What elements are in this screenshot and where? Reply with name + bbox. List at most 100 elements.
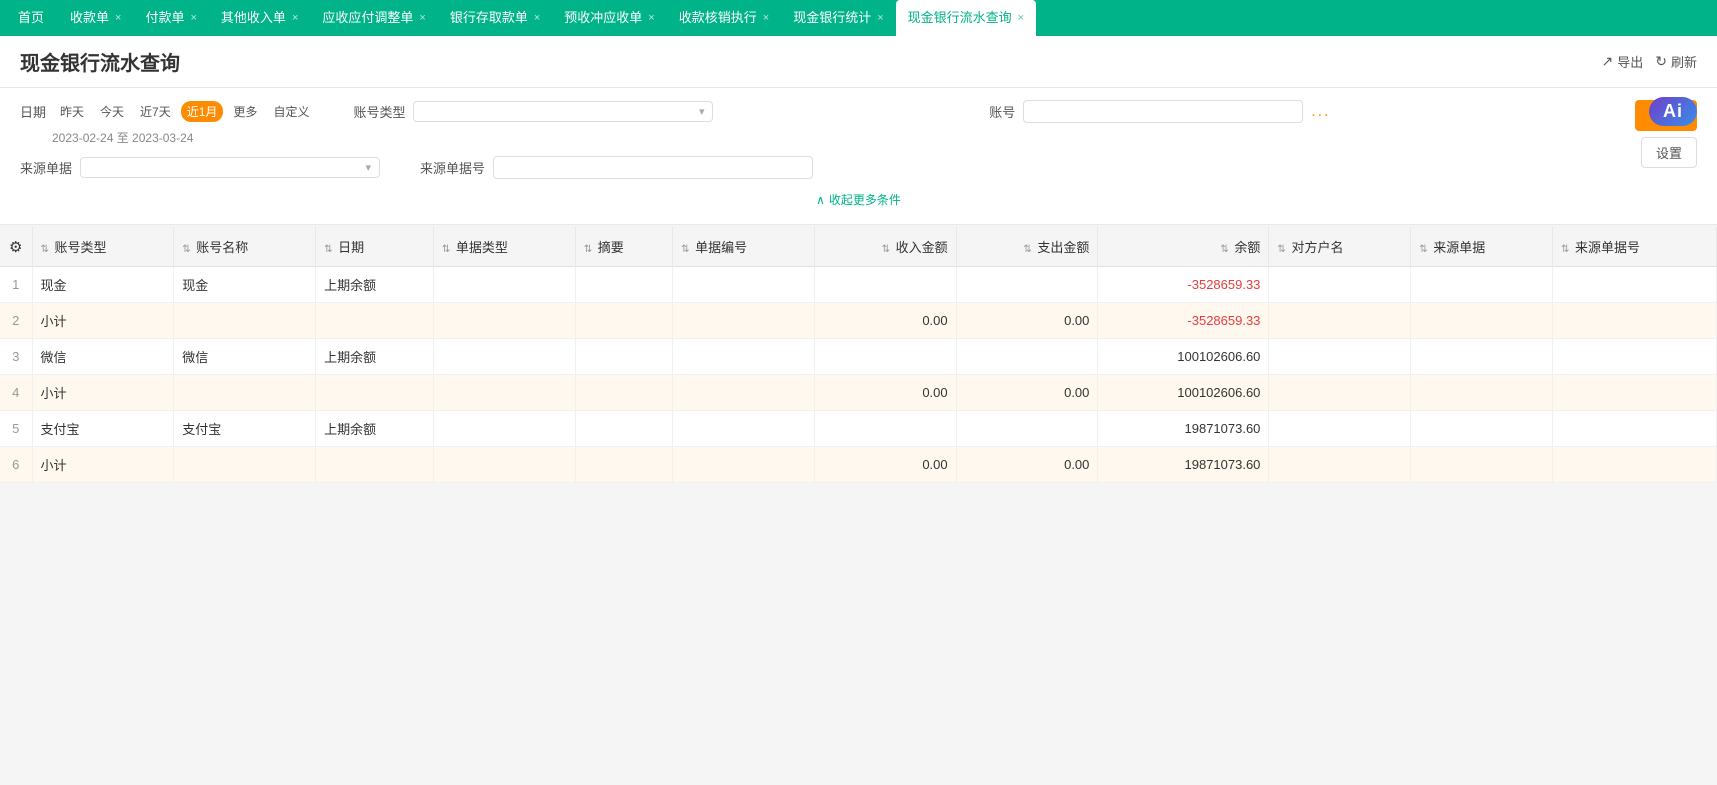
cell-source-doc-no: [1552, 303, 1716, 339]
nav-tab-应收应付调整单[interactable]: 应收应付调整单 ×: [310, 0, 437, 36]
source-doc-no-input[interactable]: [493, 156, 813, 179]
close-icon[interactable]: ×: [763, 0, 769, 36]
filter-area: 日期 昨天 今天 近7天 近1月 更多 自定义 账号类型 ▾: [0, 88, 1717, 225]
table-row[interactable]: 5 支付宝 支付宝 上期余额 19871073.60: [0, 411, 1717, 447]
date-opt-custom[interactable]: 自定义: [267, 101, 315, 122]
cell-source-doc: [1411, 267, 1553, 303]
sort-icon[interactable]: ⇅: [182, 244, 190, 255]
nav-tab-现金银行流水查询[interactable]: 现金银行流水查询 ×: [896, 0, 1036, 36]
nav-tab-其他收入单[interactable]: 其他收入单 ×: [209, 0, 310, 36]
cell-source-doc: [1411, 447, 1553, 483]
column-date: ⇅ 日期: [316, 227, 434, 267]
cell-date: [316, 375, 434, 411]
export-icon: ↗: [1602, 53, 1614, 70]
cell-expense: 0.00: [956, 303, 1098, 339]
sort-icon[interactable]: ⇅: [324, 244, 332, 255]
table-row[interactable]: 4 小计 0.00 0.00 100102606.60: [0, 375, 1717, 411]
nav-home[interactable]: 首页: [4, 0, 58, 36]
close-icon[interactable]: ×: [877, 0, 883, 36]
close-icon[interactable]: ×: [419, 0, 425, 36]
sort-icon[interactable]: ⇅: [584, 244, 592, 255]
cell-doc-type: [433, 303, 575, 339]
cell-source-doc: [1411, 339, 1553, 375]
table-row[interactable]: 6 小计 0.00 0.00 19871073.60: [0, 447, 1717, 483]
cell-doc-type: [433, 339, 575, 375]
refresh-icon: ↻: [1655, 53, 1667, 70]
account-ellipsis-button[interactable]: ...: [1311, 103, 1330, 121]
sort-icon[interactable]: ⇅: [882, 244, 890, 255]
data-table: ⚙ ⇅ 账号类型 ⇅ 账号名称 ⇅ 日期 ⇅ 单据类型: [0, 227, 1717, 483]
nav-tab-银行存取款单[interactable]: 银行存取款单 ×: [438, 0, 552, 36]
date-opt-today[interactable]: 今天: [94, 101, 130, 122]
column-expense: ⇅ 支出金额: [956, 227, 1098, 267]
account-type-label: 账号类型: [353, 102, 405, 121]
cell-account-type: 现金: [32, 267, 174, 303]
collapse-bar[interactable]: ∧ 收起更多条件: [20, 187, 1697, 212]
date-opt-more[interactable]: 更多: [227, 101, 263, 122]
cell-source-doc: [1411, 375, 1553, 411]
cell-summary: [575, 303, 672, 339]
ai-assistant-button[interactable]: Ai: [1649, 97, 1697, 126]
cell-expense: [956, 411, 1098, 447]
close-icon[interactable]: ×: [115, 0, 121, 36]
cell-counterpart: [1269, 375, 1411, 411]
cell-account-type: 微信: [32, 339, 174, 375]
table-row[interactable]: 1 现金 现金 上期余额 -3528659.33: [0, 267, 1717, 303]
sort-icon[interactable]: ⇅: [1561, 244, 1569, 255]
cell-income: [814, 339, 956, 375]
data-table-container: ⚙ ⇅ 账号类型 ⇅ 账号名称 ⇅ 日期 ⇅ 单据类型: [0, 227, 1717, 483]
sort-icon[interactable]: ⇅: [41, 244, 49, 255]
cell-income: [814, 411, 956, 447]
sort-icon[interactable]: ⇅: [1023, 244, 1031, 255]
cell-expense: [956, 339, 1098, 375]
cell-doc-no: [673, 303, 815, 339]
cell-source-doc-no: [1552, 375, 1716, 411]
column-gear[interactable]: ⚙: [0, 227, 32, 267]
cell-account-name: 现金: [174, 267, 316, 303]
date-opt-yesterday[interactable]: 昨天: [54, 101, 90, 122]
nav-tab-付款单[interactable]: 付款单 ×: [133, 0, 208, 36]
collapse-up-icon: ∧: [816, 193, 825, 207]
column-counterpart: ⇅ 对方户名: [1269, 227, 1411, 267]
cell-date: 上期余额: [316, 267, 434, 303]
account-type-select[interactable]: ▾: [413, 101, 713, 122]
cell-balance: 100102606.60: [1098, 375, 1269, 411]
refresh-button[interactable]: ↻ 刷新: [1655, 52, 1697, 71]
nav-tab-现金银行统计[interactable]: 现金银行统计 ×: [781, 0, 895, 36]
cell-account-type: 小计: [32, 447, 174, 483]
cell-doc-no: [673, 375, 815, 411]
gear-icon[interactable]: ⚙: [9, 239, 22, 256]
close-icon[interactable]: ×: [292, 0, 298, 36]
table-body: 1 现金 现金 上期余额 -3528659.33 2 小计 0.00 0.00 …: [0, 267, 1717, 483]
export-button[interactable]: ↗ 导出: [1602, 52, 1644, 71]
sort-icon[interactable]: ⇅: [442, 244, 450, 255]
nav-tab-预收冲应收单[interactable]: 预收冲应收单 ×: [552, 0, 666, 36]
close-icon[interactable]: ×: [534, 0, 540, 36]
sort-icon[interactable]: ⇅: [681, 244, 689, 255]
close-icon[interactable]: ×: [190, 0, 196, 36]
column-source-doc: ⇅ 来源单据: [1411, 227, 1553, 267]
cell-doc-no: [673, 411, 815, 447]
sort-icon[interactable]: ⇅: [1419, 244, 1427, 255]
settings-button[interactable]: 设置: [1641, 137, 1697, 168]
column-account-name: ⇅ 账号名称: [174, 227, 316, 267]
nav-tab-收款核销执行[interactable]: 收款核销执行 ×: [667, 0, 781, 36]
sort-icon[interactable]: ⇅: [1220, 244, 1228, 255]
cell-counterpart: [1269, 339, 1411, 375]
cell-summary: [575, 411, 672, 447]
date-opt-1month[interactable]: 近1月: [181, 101, 224, 122]
source-doc-select[interactable]: ▾: [80, 157, 380, 178]
nav-tab-收款单[interactable]: 收款单 ×: [58, 0, 133, 36]
date-range-text: 2023-02-24 至 2023-03-24: [52, 129, 193, 146]
account-input[interactable]: [1023, 100, 1303, 123]
cell-income: [814, 267, 956, 303]
table-row[interactable]: 3 微信 微信 上期余额 100102606.60: [0, 339, 1717, 375]
cell-counterpart: [1269, 411, 1411, 447]
close-icon[interactable]: ×: [648, 0, 654, 36]
sort-icon[interactable]: ⇅: [1277, 244, 1285, 255]
date-opt-7days[interactable]: 近7天: [134, 101, 177, 122]
close-icon[interactable]: ×: [1018, 0, 1024, 36]
row-index: 3: [0, 339, 32, 375]
date-filter-label: 日期: [20, 102, 46, 121]
table-row[interactable]: 2 小计 0.00 0.00 -3528659.33: [0, 303, 1717, 339]
